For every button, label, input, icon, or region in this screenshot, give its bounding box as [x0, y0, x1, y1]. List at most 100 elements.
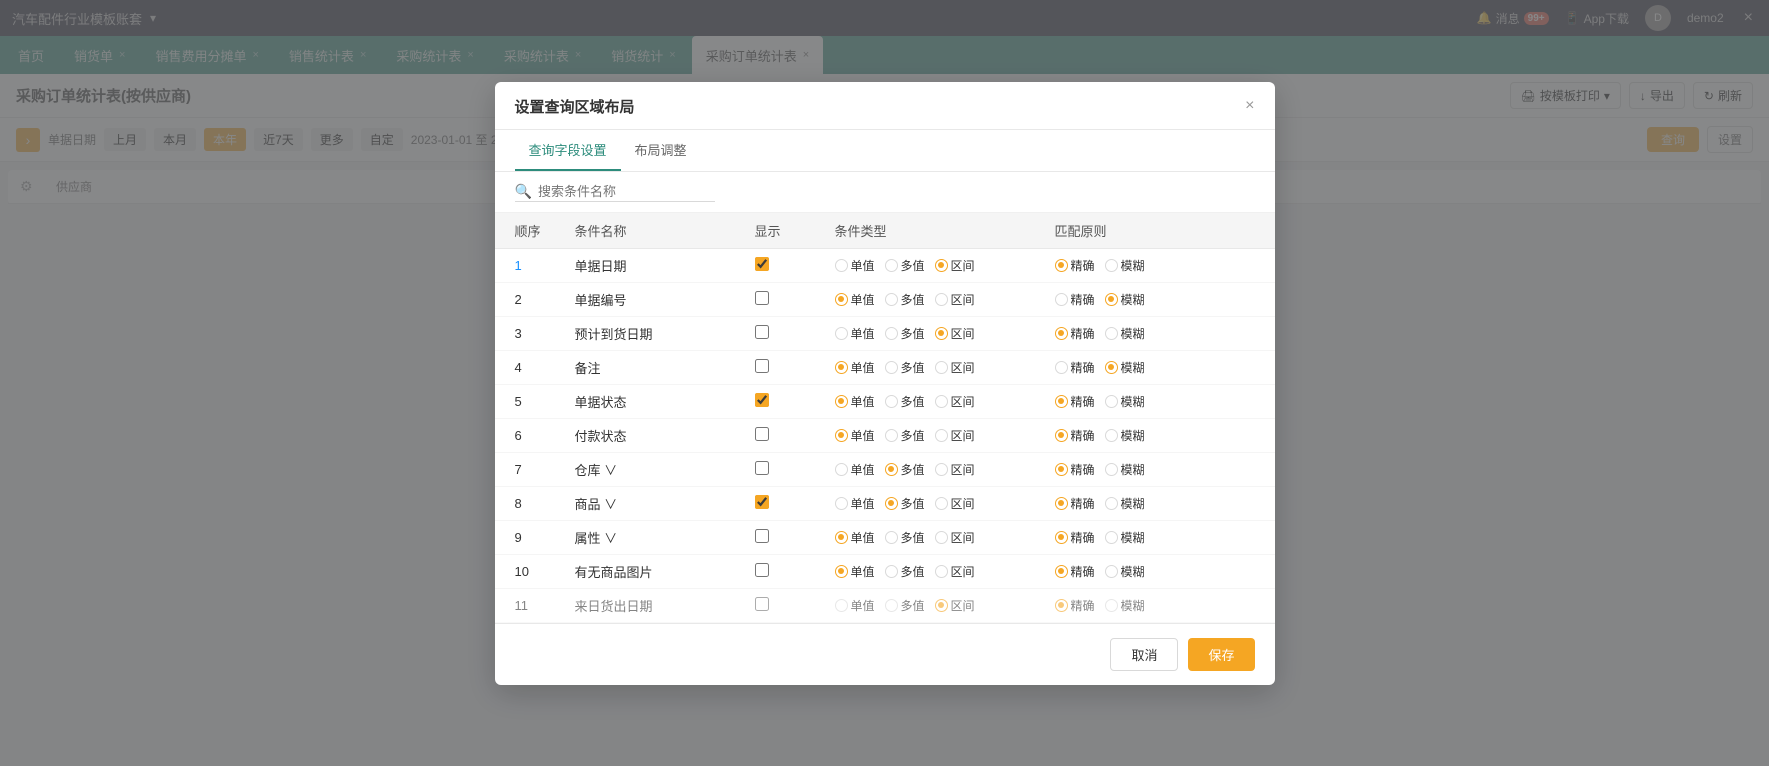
match-fuzzy-4[interactable]: 模糊: [1105, 359, 1145, 376]
type-multi-10[interactable]: 多值: [885, 563, 925, 580]
type-multi-9[interactable]: 多值: [885, 529, 925, 546]
row-num-10: 10: [515, 564, 575, 579]
match-fuzzy-9[interactable]: 模糊: [1105, 529, 1145, 546]
table-row: 4 备注 单值 多值 区间: [495, 351, 1275, 385]
type-single-8[interactable]: 单值: [835, 495, 875, 512]
type-range-3[interactable]: 区间: [935, 325, 975, 342]
type-single-10[interactable]: 单值: [835, 563, 875, 580]
match-fuzzy-3[interactable]: 模糊: [1105, 325, 1145, 342]
type-multi-8[interactable]: 多值: [885, 495, 925, 512]
match-exact-7[interactable]: 精确: [1055, 461, 1095, 478]
row-display-8[interactable]: [755, 495, 835, 512]
type-radio-6: 单值 多值 区间: [835, 427, 1055, 444]
type-single-3[interactable]: 单值: [835, 325, 875, 342]
type-single-6[interactable]: 单值: [835, 427, 875, 444]
match-exact-2[interactable]: 精确: [1055, 291, 1095, 308]
type-single-2[interactable]: 单值: [835, 291, 875, 308]
match-fuzzy-5[interactable]: 模糊: [1105, 393, 1145, 410]
display-cb-7[interactable]: [755, 461, 769, 475]
display-cb-2[interactable]: [755, 291, 769, 305]
display-cb-4[interactable]: [755, 359, 769, 373]
match-exact-6[interactable]: 精确: [1055, 427, 1095, 444]
type-range-11[interactable]: 区间: [935, 597, 975, 614]
type-range-8[interactable]: 区间: [935, 495, 975, 512]
match-exact-8[interactable]: 精确: [1055, 495, 1095, 512]
modal-tab-layout[interactable]: 布局调整: [621, 130, 701, 171]
row-display-5[interactable]: [755, 393, 835, 410]
modal-overlay: 设置查询区域布局 × 查询字段设置 布局调整 🔍 顺序 条件名称: [0, 0, 1769, 766]
type-multi-6[interactable]: 多值: [885, 427, 925, 444]
type-range-5[interactable]: 区间: [935, 393, 975, 410]
display-cb-5[interactable]: [755, 393, 769, 407]
match-fuzzy-2[interactable]: 模糊: [1105, 291, 1145, 308]
type-radio-1: 单值 多值 区间: [835, 257, 1055, 274]
row-name-9: 属性 ∨: [575, 528, 755, 547]
row-display-1[interactable]: [755, 257, 835, 274]
match-exact-5[interactable]: 精确: [1055, 393, 1095, 410]
type-multi-7[interactable]: 多值: [885, 461, 925, 478]
row-display-9[interactable]: [755, 529, 835, 546]
row-display-10[interactable]: [755, 563, 835, 580]
row-name-3: 预计到货日期: [575, 324, 755, 343]
type-multi-5[interactable]: 多值: [885, 393, 925, 410]
modal-table: 顺序 条件名称 显示 条件类型 匹配原则 1 单据日期 单值: [495, 213, 1275, 623]
type-range-10[interactable]: 区间: [935, 563, 975, 580]
modal-tab-query-fields[interactable]: 查询字段设置: [515, 130, 621, 171]
type-single-7[interactable]: 单值: [835, 461, 875, 478]
match-exact-3[interactable]: 精确: [1055, 325, 1095, 342]
display-cb-9[interactable]: [755, 529, 769, 543]
display-cb-6[interactable]: [755, 427, 769, 441]
match-exact-11[interactable]: 精确: [1055, 597, 1095, 614]
type-range-1[interactable]: 区间: [935, 257, 975, 274]
row-display-2[interactable]: [755, 291, 835, 308]
match-exact-1[interactable]: 精确: [1055, 257, 1095, 274]
type-single-1[interactable]: 单值: [835, 257, 875, 274]
row-display-11[interactable]: [755, 597, 835, 614]
row-display-6[interactable]: [755, 427, 835, 444]
type-single-4[interactable]: 单值: [835, 359, 875, 376]
type-single-11[interactable]: 单值: [835, 597, 875, 614]
row-num-9: 9: [515, 530, 575, 545]
match-exact-4[interactable]: 精确: [1055, 359, 1095, 376]
row-display-4[interactable]: [755, 359, 835, 376]
match-radio-5: 精确 模糊: [1055, 393, 1255, 410]
type-multi-11[interactable]: 多值: [885, 597, 925, 614]
match-fuzzy-11[interactable]: 模糊: [1105, 597, 1145, 614]
type-multi-1[interactable]: 多值: [885, 257, 925, 274]
cancel-button[interactable]: 取消: [1110, 638, 1178, 671]
match-fuzzy-1[interactable]: 模糊: [1105, 257, 1145, 274]
match-fuzzy-10[interactable]: 模糊: [1105, 563, 1145, 580]
display-cb-11[interactable]: [755, 597, 769, 611]
col-type: 条件类型: [835, 221, 1055, 240]
display-cb-8[interactable]: [755, 495, 769, 509]
type-multi-4[interactable]: 多值: [885, 359, 925, 376]
save-button[interactable]: 保存: [1188, 638, 1254, 671]
row-display-3[interactable]: [755, 325, 835, 342]
row-display-7[interactable]: [755, 461, 835, 478]
match-fuzzy-7[interactable]: 模糊: [1105, 461, 1145, 478]
type-multi-2[interactable]: 多值: [885, 291, 925, 308]
match-fuzzy-8[interactable]: 模糊: [1105, 495, 1145, 512]
type-single-5[interactable]: 单值: [835, 393, 875, 410]
match-radio-1: 精确 模糊: [1055, 257, 1255, 274]
type-radio-4: 单值 多值 区间: [835, 359, 1055, 376]
type-range-7[interactable]: 区间: [935, 461, 975, 478]
match-fuzzy-6[interactable]: 模糊: [1105, 427, 1145, 444]
type-multi-3[interactable]: 多值: [885, 325, 925, 342]
match-exact-9[interactable]: 精确: [1055, 529, 1095, 546]
type-single-9[interactable]: 单值: [835, 529, 875, 546]
type-range-9[interactable]: 区间: [935, 529, 975, 546]
modal-title: 设置查询区域布局: [515, 96, 635, 117]
match-exact-10[interactable]: 精确: [1055, 563, 1095, 580]
display-cb-10[interactable]: [755, 563, 769, 577]
type-range-2[interactable]: 区间: [935, 291, 975, 308]
modal-close-button[interactable]: ×: [1245, 97, 1254, 115]
display-cb-1[interactable]: [755, 257, 769, 271]
type-range-4[interactable]: 区间: [935, 359, 975, 376]
display-cb-3[interactable]: [755, 325, 769, 339]
row-num-2: 2: [515, 292, 575, 307]
match-radio-11: 精确 模糊: [1055, 597, 1255, 614]
type-range-6[interactable]: 区间: [935, 427, 975, 444]
search-input[interactable]: [532, 182, 720, 201]
row-num-11: 11: [515, 598, 575, 613]
